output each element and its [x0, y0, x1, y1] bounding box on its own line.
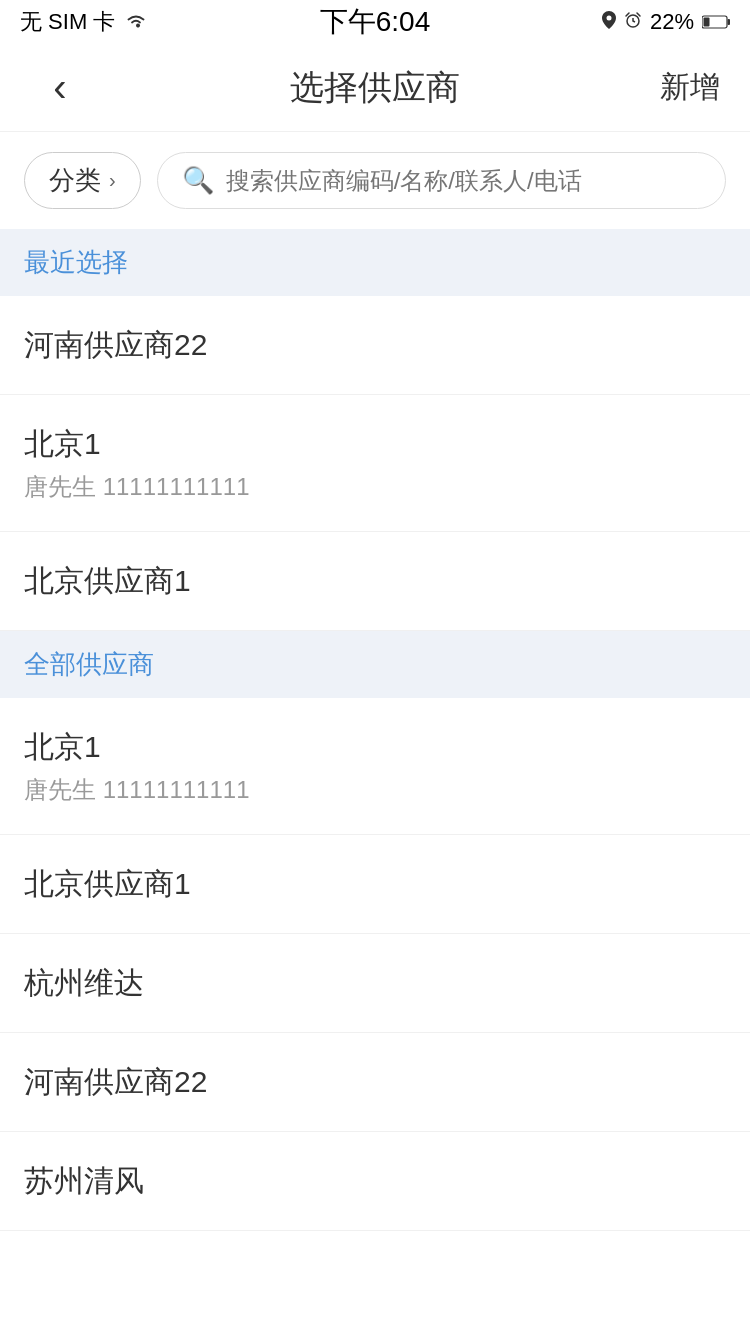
battery-icon: [702, 9, 730, 35]
all-section-header: 全部供应商: [0, 631, 750, 698]
status-left: 无 SIM 卡: [20, 7, 147, 37]
recent-section-label: 最近选择: [24, 247, 128, 277]
status-right: 22%: [602, 9, 730, 35]
alarm-icon: [624, 9, 642, 35]
item-name: 北京供应商1: [24, 560, 726, 602]
all-section-label: 全部供应商: [24, 649, 154, 679]
all-list: 北京1 唐先生 11111111111 北京供应商1 杭州维达河南供应商22 苏州清风: [0, 698, 750, 1231]
location-icon: [602, 9, 616, 35]
category-label: 分类: [49, 163, 101, 198]
nav-bar: ‹ 选择供应商 新增: [0, 44, 750, 132]
status-time: 下午6:04: [320, 3, 431, 41]
list-item[interactable]: 北京1 唐先生 11111111111: [0, 698, 750, 835]
status-bar: 无 SIM 卡 下午6:04 22%: [0, 0, 750, 44]
search-icon: 🔍: [182, 165, 214, 196]
list-item[interactable]: 苏州清风: [0, 1132, 750, 1231]
recent-section-header: 最近选择: [0, 229, 750, 296]
list-item[interactable]: 河南供应商22: [0, 1033, 750, 1132]
search-input[interactable]: [226, 167, 701, 195]
svg-rect-3: [728, 19, 731, 25]
search-box[interactable]: 🔍: [157, 152, 726, 209]
list-item[interactable]: 河南供应商22: [0, 296, 750, 395]
filter-bar: 分类 › 🔍: [0, 132, 750, 229]
item-sub: 唐先生 11111111111: [24, 774, 726, 806]
svg-point-0: [606, 16, 611, 21]
battery-text: 22%: [650, 9, 694, 35]
recent-list: 河南供应商22 北京1 唐先生 11111111111 北京供应商1: [0, 296, 750, 631]
list-item[interactable]: 北京1 唐先生 11111111111: [0, 395, 750, 532]
list-item[interactable]: 杭州维达: [0, 934, 750, 1033]
carrier-text: 无 SIM 卡: [20, 7, 115, 37]
chevron-right-icon: ›: [109, 169, 116, 192]
page-title: 选择供应商: [290, 65, 460, 111]
list-item[interactable]: 北京供应商1: [0, 835, 750, 934]
item-name: 河南供应商22: [24, 324, 726, 366]
item-name: 杭州维达: [24, 962, 726, 1004]
item-sub: 唐先生 11111111111: [24, 471, 726, 503]
svg-rect-4: [704, 18, 710, 27]
category-button[interactable]: 分类 ›: [24, 152, 141, 209]
item-name: 北京1: [24, 726, 726, 768]
list-item[interactable]: 北京供应商1: [0, 532, 750, 631]
item-name: 苏州清风: [24, 1160, 726, 1202]
back-button[interactable]: ‹: [30, 65, 90, 110]
add-button[interactable]: 新增: [660, 67, 720, 108]
item-name: 河南供应商22: [24, 1061, 726, 1103]
item-name: 北京1: [24, 423, 726, 465]
wifi-icon: [125, 9, 147, 35]
item-name: 北京供应商1: [24, 863, 726, 905]
